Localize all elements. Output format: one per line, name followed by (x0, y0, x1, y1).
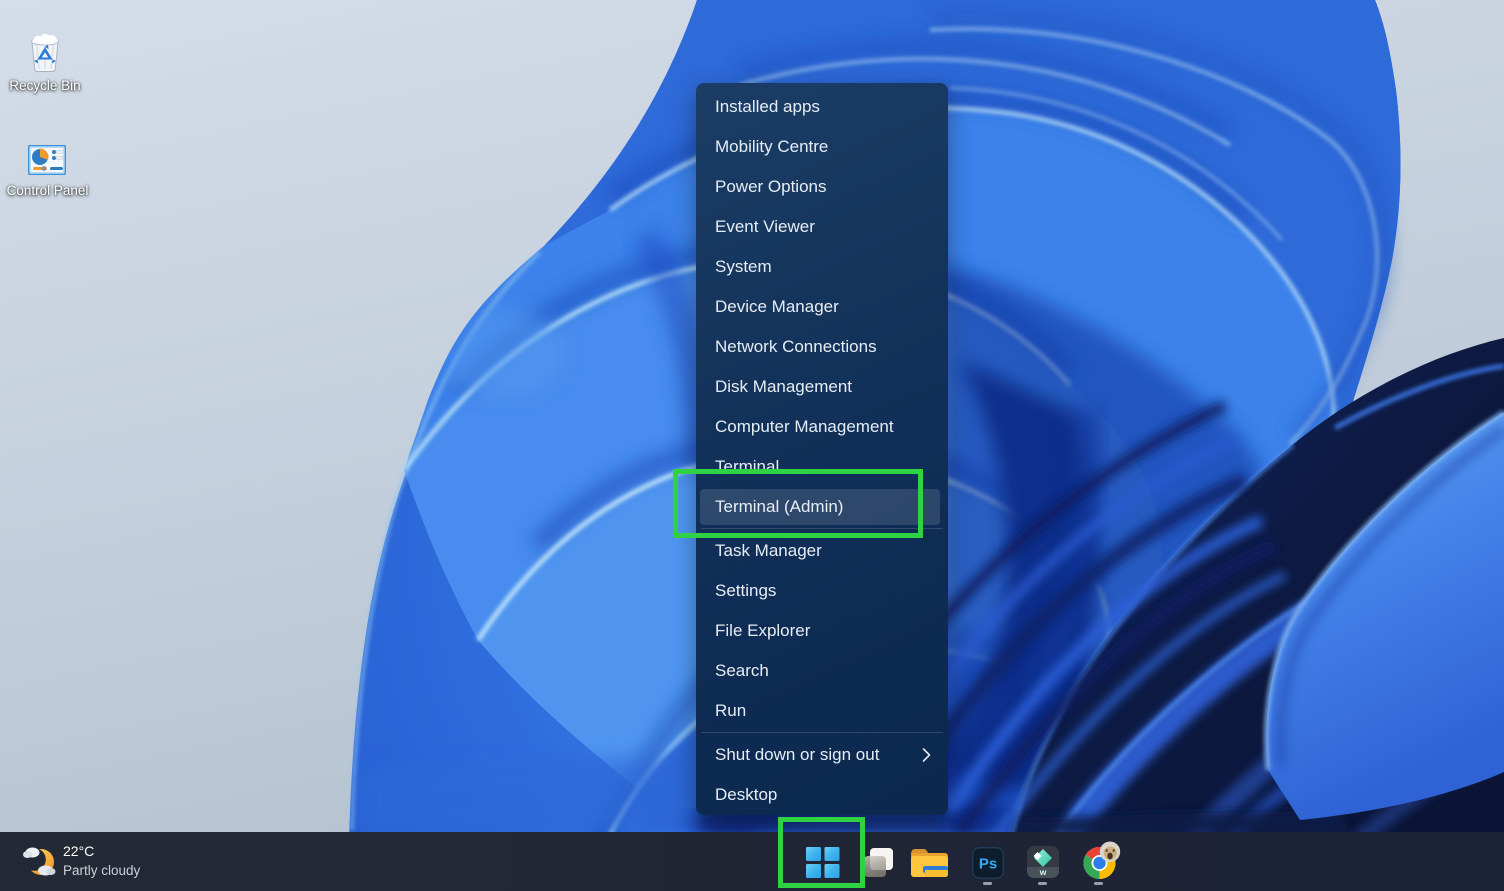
svg-text:Ps: Ps (979, 856, 997, 873)
svg-text:w: w (1039, 867, 1047, 877)
